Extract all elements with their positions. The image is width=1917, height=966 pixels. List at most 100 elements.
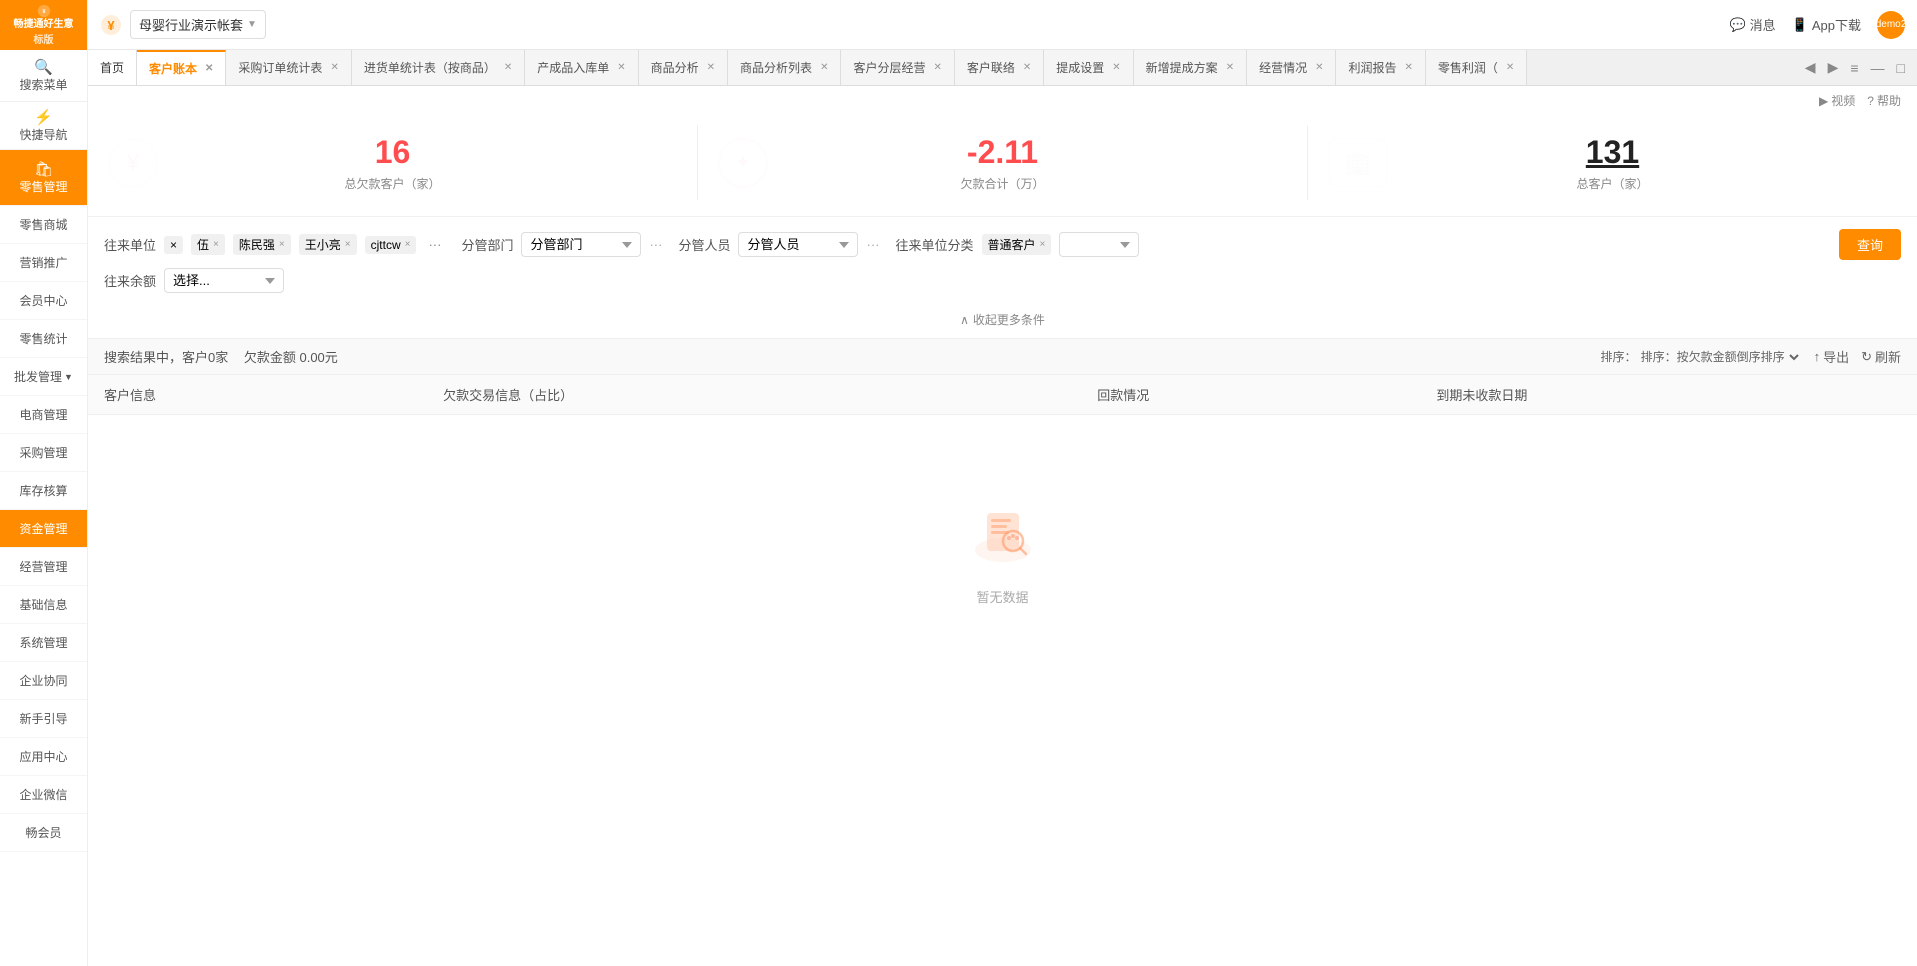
tab-inbound-stats[interactable]: 进货单统计表（按商品） ✕ [352, 50, 525, 85]
sidebar-item-retail-mall[interactable]: 零售商城 [0, 206, 87, 244]
sidebar-item-wholesale-mgmt[interactable]: 批发管理 ▼ [0, 358, 87, 396]
search-result-text: 搜索结果中，客户0家 [104, 350, 228, 365]
table-body: 暂无数据 [88, 415, 1917, 687]
sidebar-label-basic-info: 基础信息 [4, 596, 83, 613]
filter-tag-owned-unit-prefix: × [164, 236, 183, 254]
owned-unit-label: 往来单位 [104, 235, 156, 254]
sidebar-item-member-center[interactable]: 会员中心 [0, 282, 87, 320]
tab-retail-profit-close[interactable]: ✕ [1506, 62, 1514, 73]
tab-next-button[interactable]: ▶ [1824, 57, 1843, 78]
app-edition: 标版 [34, 31, 54, 46]
tab-product-analysis-list-close[interactable]: ✕ [820, 62, 828, 73]
sidebar-item-purchase-mgmt[interactable]: 采购管理 [0, 434, 87, 472]
sidebar-label-search-menu: 搜索菜单 [0, 76, 87, 93]
tab-customer-contact-close[interactable]: ✕ [1023, 62, 1031, 73]
window-minimize-button[interactable]: — [1867, 58, 1889, 78]
tab-home[interactable]: 首页 [88, 50, 137, 85]
sidebar-item-marketing[interactable]: 营销推广 [0, 244, 87, 282]
tab-customer-ledger[interactable]: 客户账本 ✕ [137, 50, 226, 85]
sidebar-label-app-center: 应用中心 [4, 748, 83, 765]
sidebar-item-quick-nav[interactable]: ⚡ 快捷导航 [0, 102, 87, 150]
person-select[interactable]: 分管人员 [738, 232, 858, 257]
dept-select[interactable]: 分管部门 [521, 232, 641, 257]
sidebar-item-enterprise-wechat[interactable]: 企业微信 [0, 776, 87, 814]
sidebar-item-ecommerce-mgmt[interactable]: 电商管理 [0, 396, 87, 434]
tab-business-status-close[interactable]: ✕ [1315, 62, 1323, 73]
help-link[interactable]: ? 帮助 [1867, 92, 1901, 109]
help-icon: ? [1867, 94, 1874, 108]
tab-customer-tier-close[interactable]: ✕ [933, 62, 941, 73]
sort-select[interactable]: 排序：按欠款金额倒序排序 [1637, 349, 1802, 365]
tab-profit-report[interactable]: 利润报告 ✕ [1336, 50, 1425, 85]
tab-menu-button[interactable]: ≡ [1846, 58, 1862, 78]
page-content: ▶ 视频 ? 帮助 ¥ 16 总欠款客户（家） ✦ -2.11 [88, 86, 1917, 966]
sidebar-item-finance-mgmt[interactable]: 资金管理 [0, 510, 87, 548]
tab-new-promotion[interactable]: 新增提成方案 ✕ [1134, 50, 1247, 85]
tab-promotion-settings[interactable]: 提成设置 ✕ [1044, 50, 1133, 85]
sidebar-item-app-center[interactable]: 应用中心 [0, 738, 87, 776]
sidebar-item-business-mgmt[interactable]: 经营管理 [0, 548, 87, 586]
amount-icon: ✦ [718, 138, 768, 188]
sidebar-item-enterprise-collab[interactable]: 企业协同 [0, 662, 87, 700]
sidebar-label-purchase-mgmt: 采购管理 [4, 444, 83, 461]
filter-tag-chenminqiang: 陈民强 × [233, 234, 291, 255]
tab-inbound-stats-close[interactable]: ✕ [504, 62, 512, 73]
sidebar-item-member-plus[interactable]: 畅会员 [0, 814, 87, 852]
video-link[interactable]: ▶ 视频 [1819, 92, 1855, 109]
filter-tag-cjttcw-close[interactable]: × [405, 239, 411, 250]
sidebar-item-retail-stats[interactable]: 零售统计 [0, 320, 87, 358]
tab-promotion-settings-label: 提成设置 [1056, 59, 1104, 76]
query-button[interactable]: 查询 [1839, 229, 1901, 260]
tab-customer-ledger-close[interactable]: ✕ [205, 63, 213, 74]
filter-tag-wu-close[interactable]: × [213, 239, 219, 250]
result-actions: 排序： 排序：按欠款金额倒序排序 ↑ 导出 ↻ 刷新 [1601, 347, 1901, 366]
sidebar-item-retail-mgmt[interactable]: 🛍 零售管理 [0, 150, 87, 206]
filter-tag-chenminqiang-close[interactable]: × [279, 239, 285, 250]
tab-purchase-order-stats-close[interactable]: ✕ [330, 62, 338, 73]
tab-business-status-label: 经营情况 [1259, 59, 1307, 76]
tab-promotion-settings-close[interactable]: ✕ [1112, 62, 1120, 73]
unit-class-select[interactable] [1059, 232, 1139, 257]
tab-customer-tier[interactable]: 客户分层经营 ✕ [841, 50, 954, 85]
sidebar-label-business-mgmt: 经营管理 [4, 558, 83, 575]
account-name: 母婴行业演示帐套 [139, 15, 243, 34]
tab-product-inbound-close[interactable]: ✕ [617, 62, 625, 73]
message-icon: 💬 [1729, 17, 1745, 33]
unit-class-label: 往来单位分类 [895, 235, 973, 254]
sidebar-item-basic-info[interactable]: 基础信息 [0, 586, 87, 624]
filter-tag-wu-label: 伍 [197, 236, 209, 253]
app-download-button[interactable]: 📱 App下载 [1792, 15, 1861, 34]
tab-retail-profit[interactable]: 零售利润（ ✕ [1426, 50, 1527, 85]
filter-tag-wangxiaoliang-close[interactable]: × [345, 239, 351, 250]
filter-area: 往来单位 × 伍 × 陈民强 × 王小亮 × cjttcw [88, 217, 1917, 338]
tab-purchase-order-stats[interactable]: 采购订单统计表 ✕ [226, 50, 351, 85]
sidebar-item-system-mgmt[interactable]: 系统管理 [0, 624, 87, 662]
tab-new-promotion-close[interactable]: ✕ [1226, 62, 1234, 73]
empty-state: 暂无数据 [88, 415, 1917, 686]
tab-product-analysis-close[interactable]: ✕ [707, 62, 715, 73]
refresh-button[interactable]: ↻ 刷新 [1861, 347, 1901, 366]
collapse-button[interactable]: ∧ 收起更多条件 [952, 307, 1053, 332]
stat-total-customers: 🏢 131 总客户（家） [1308, 125, 1917, 200]
tab-prev-button[interactable]: ◀ [1801, 57, 1820, 78]
filter-more-button[interactable]: ··· [424, 235, 445, 254]
tab-profit-report-close[interactable]: ✕ [1405, 62, 1413, 73]
tab-product-inbound[interactable]: 产成品入库单 ✕ [525, 50, 638, 85]
tab-product-analysis-list[interactable]: 商品分析列表 ✕ [728, 50, 841, 85]
stat-value-total-customers: 131 [1586, 133, 1639, 171]
balance-select[interactable]: 选择... [164, 268, 284, 293]
result-bar: 搜索结果中，客户0家 欠款金额 0.00元 排序： 排序：按欠款金额倒序排序 ↑… [88, 338, 1917, 375]
app-name: 畅捷通好生意 [14, 18, 74, 31]
sidebar-item-inventory-check[interactable]: 库存核算 [0, 472, 87, 510]
tab-product-analysis[interactable]: 商品分析 ✕ [639, 50, 728, 85]
sidebar-item-newbie-guide[interactable]: 新手引导 [0, 700, 87, 738]
tab-business-status[interactable]: 经营情况 ✕ [1247, 50, 1336, 85]
window-maximize-button[interactable]: □ [1893, 58, 1909, 78]
sidebar-item-search-menu[interactable]: 🔍 搜索菜单 [0, 50, 87, 102]
tab-customer-contact[interactable]: 客户联络 ✕ [955, 50, 1044, 85]
topbar-account-selector[interactable]: 母婴行业演示帐套 ▼ [130, 10, 266, 39]
export-button[interactable]: ↑ 导出 [1814, 347, 1850, 366]
avatar[interactable]: demo2 [1877, 11, 1905, 39]
filter-tag-normal-customer-close[interactable]: × [1040, 239, 1046, 250]
message-button[interactable]: 💬 消息 [1729, 15, 1775, 34]
